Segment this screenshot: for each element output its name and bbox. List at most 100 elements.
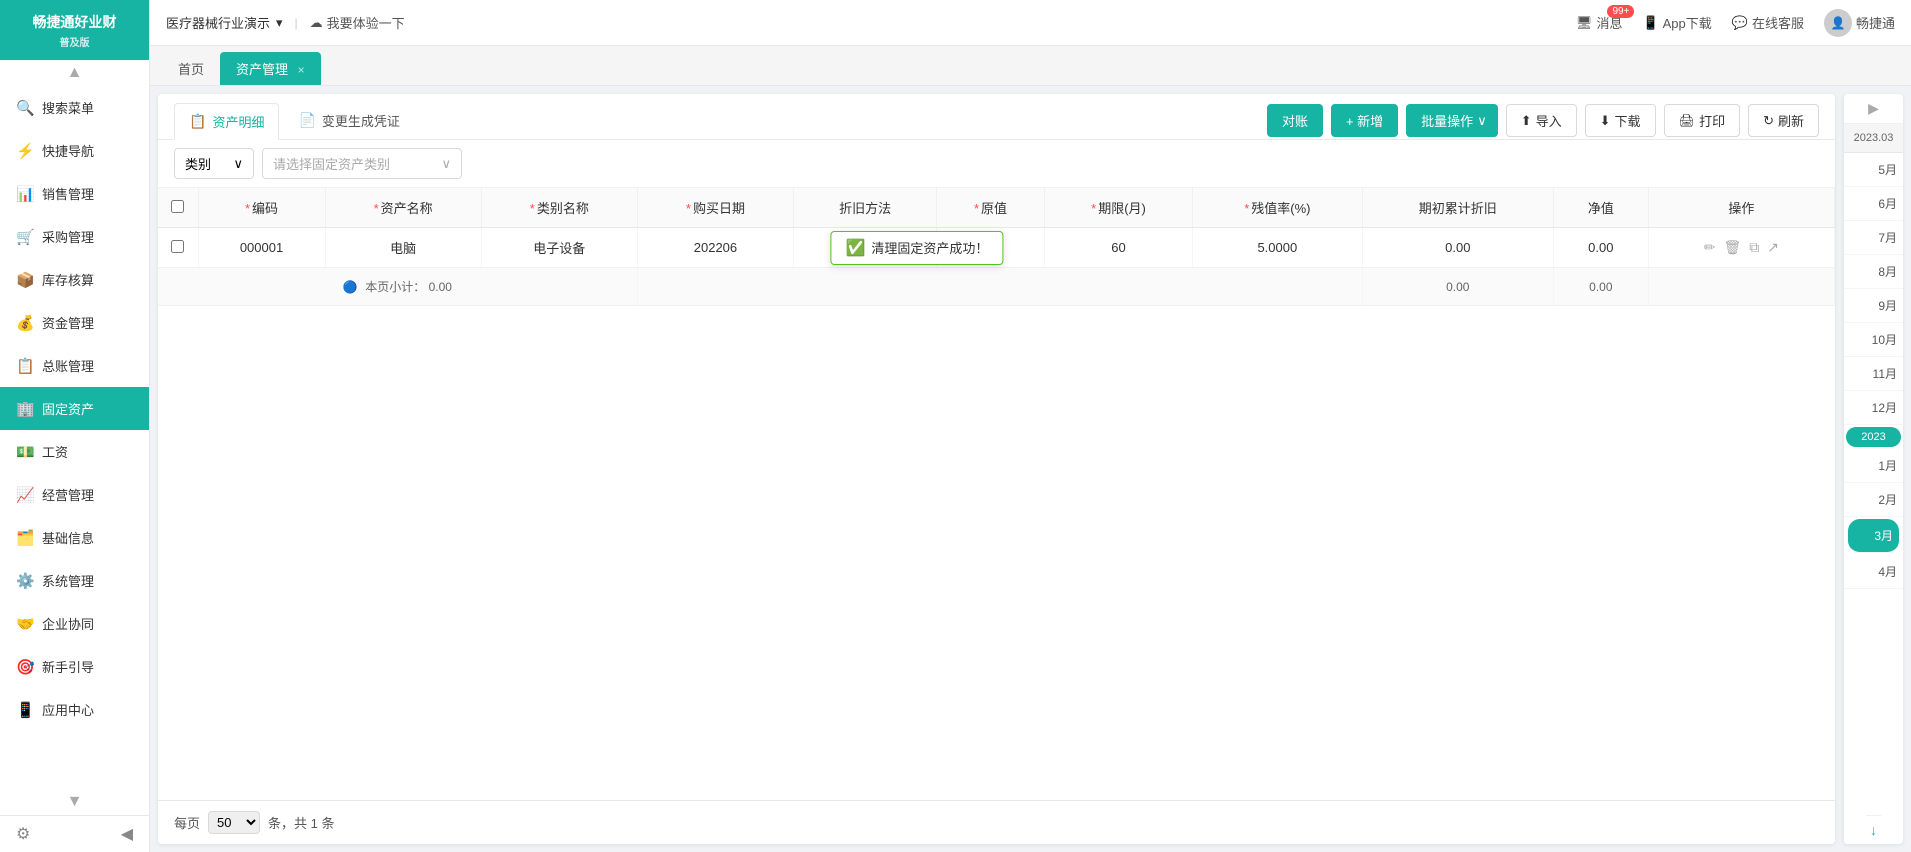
messages-btn[interactable]: 🖥 消息 99+: [1576, 13, 1623, 32]
category-select[interactable]: 类别 ∨: [174, 148, 254, 179]
collapse-icon[interactable]: ◀: [121, 824, 133, 844]
sidebar-label-basic-info: 基础信息: [42, 528, 94, 547]
import-button[interactable]: ⬆ 导入: [1506, 104, 1577, 137]
sidebar-item-fixed-assets[interactable]: 🏢固定资产: [0, 387, 149, 430]
calendar-collapse-btn[interactable]: ▶: [1844, 94, 1903, 124]
purchase-icon: 🛒: [16, 228, 34, 246]
sidebar-label-finance: 资金管理: [42, 313, 94, 332]
tab-close-icon[interactable]: ×: [298, 63, 305, 77]
cal-month-6月[interactable]: 6月: [1844, 187, 1903, 221]
sidebar-item-guide[interactable]: 🎯新手引导: [0, 645, 149, 688]
avatar: 👤: [1824, 9, 1852, 37]
refresh-button[interactable]: ↻ 刷新: [1748, 104, 1819, 137]
cal-month-3月[interactable]: 3月: [1848, 519, 1899, 553]
delete-icon[interactable]: 🗑: [1723, 239, 1741, 256]
sidebar-item-payroll[interactable]: 💵工资: [0, 430, 149, 473]
print-button[interactable]: 🖨 打印: [1664, 104, 1741, 137]
cal-month-1月[interactable]: 1月: [1844, 449, 1903, 483]
sidebar-item-basic-info[interactable]: 🗂️基础信息: [0, 516, 149, 559]
cal-month-8月[interactable]: 8月: [1844, 255, 1903, 289]
app-logo: 畅捷通好业财 普及版: [0, 0, 149, 60]
sidebar-nav: 🔍搜索菜单⚡快捷导航📊销售管理 🛒 采购管理 📦库存核算💰资金管理 📋 总账管理 🏢固定资产…: [0, 86, 149, 789]
th-residual-rate: *残值率(%): [1193, 188, 1363, 228]
cal-month-9月[interactable]: 9月: [1844, 289, 1903, 323]
th-code: *编码: [198, 188, 325, 228]
cell-category: 电子设备: [481, 228, 637, 268]
per-page-select[interactable]: 50 100: [208, 811, 260, 834]
subtotal-value: 0.00: [429, 280, 452, 294]
sidebar-item-inventory[interactable]: 📦库存核算: [0, 258, 149, 301]
sub-tab-asset-detail[interactable]: 📋 资产明细: [174, 103, 279, 140]
sidebar-label-quick-nav: 快捷导航: [42, 141, 94, 160]
sidebar-bottom: ⚙ ◀: [0, 815, 149, 852]
sidebar-item-system[interactable]: ⚙️系统管理: [0, 559, 149, 602]
category-input[interactable]: 请选择固定资产类别 ∨: [262, 148, 462, 179]
new-button[interactable]: + 新增: [1331, 104, 1398, 137]
experience-label: 我要体验一下: [327, 13, 405, 32]
settings-icon[interactable]: ⚙: [16, 824, 30, 844]
sidebar-item-operations[interactable]: 📈经营管理: [0, 473, 149, 516]
reconcile-button[interactable]: 对账: [1267, 104, 1323, 137]
row-checkbox[interactable]: [171, 240, 184, 253]
asset-table: *编码 *资产名称 *类别名称 *购买日期 折旧方法 *原值 *期限(月) *残…: [158, 188, 1835, 306]
cal-month-5月[interactable]: 5月: [1844, 153, 1903, 187]
sidebar-label-ledger: 总账管理: [42, 356, 94, 375]
calendar-bottom-btn[interactable]: ↓: [1866, 815, 1881, 844]
edit-icon[interactable]: ✏: [1704, 239, 1716, 256]
sidebar-label-search: 搜索菜单: [42, 98, 94, 117]
category-placeholder: 请选择固定资产类别: [273, 154, 390, 173]
th-period: *期限(月): [1044, 188, 1192, 228]
sales-icon: 📊: [16, 185, 34, 203]
main-area: 医疗器械行业演示 ▾ | ☁ 我要体验一下 🖥 消息 99+ 📱 App下载 💬…: [150, 0, 1911, 852]
user-menu[interactable]: 👤 畅捷通: [1824, 9, 1895, 37]
sidebar-label-purchase: 采购管理: [42, 227, 94, 246]
cal-month-11月[interactable]: 11月: [1844, 357, 1903, 391]
inventory-icon: 📦: [16, 271, 34, 289]
sidebar-item-search[interactable]: 🔍搜索菜单: [0, 86, 149, 129]
payroll-icon: 💵: [16, 443, 34, 461]
sub-tab-change-voucher[interactable]: 📄 变更生成凭证: [283, 102, 414, 139]
sidebar-item-finance[interactable]: 💰资金管理: [0, 301, 149, 344]
download-icon: 📱: [1642, 15, 1658, 31]
app-download-btn[interactable]: 📱 App下载: [1642, 13, 1711, 32]
sidebar-scroll-down[interactable]: ▼: [0, 789, 149, 815]
cal-month-12月[interactable]: 12月: [1844, 391, 1903, 425]
tab-asset-management[interactable]: 资产管理 ×: [220, 52, 321, 85]
copy-icon[interactable]: ⧉: [1749, 239, 1759, 256]
batch-ops-button[interactable]: 批量操作 ∨: [1406, 104, 1498, 137]
category-label: 类别: [185, 154, 211, 173]
cal-month-7月[interactable]: 7月: [1844, 221, 1903, 255]
sidebar-item-quick-nav[interactable]: ⚡快捷导航: [0, 129, 149, 172]
sidebar-scroll-up[interactable]: ▲: [0, 60, 149, 86]
message-icon: 🖥: [1576, 15, 1593, 31]
experience-btn[interactable]: ☁ 我要体验一下: [310, 13, 405, 32]
online-support-btn[interactable]: 💬 在线客服: [1732, 13, 1804, 32]
cell-code: 000001: [198, 228, 325, 268]
more-icon[interactable]: ↗: [1767, 239, 1779, 256]
enterprise-icon: 🤝: [16, 615, 34, 633]
select-chevron: ∨: [233, 156, 243, 172]
messages-badge: 99+: [1607, 5, 1634, 18]
sidebar-item-sales[interactable]: 📊销售管理: [0, 172, 149, 215]
sidebar-label-fixed-assets: 固定资产: [42, 399, 94, 418]
download-button[interactable]: ⬇ 下载: [1585, 104, 1656, 137]
calendar-scroll: 5月6月7月8月9月10月11月12月20231月2月3月4月: [1844, 153, 1903, 815]
support-icon: 💬: [1732, 15, 1748, 31]
tab-home[interactable]: 首页: [166, 52, 216, 85]
main-panel: 📋 资产明细 📄 变更生成凭证 对账 + 新增 批量操作: [158, 94, 1835, 844]
cal-month-2月[interactable]: 2月: [1844, 483, 1903, 517]
sidebar-item-app-center[interactable]: 📱应用中心: [0, 688, 149, 731]
ledger-icon: 📋: [16, 357, 34, 375]
sidebar-item-ledger[interactable]: 📋 总账管理: [0, 344, 149, 387]
sidebar-item-purchase[interactable]: 🛒 采购管理: [0, 215, 149, 258]
th-net-value: 净值: [1553, 188, 1648, 228]
company-selector[interactable]: 医疗器械行业演示 ▾: [166, 13, 283, 32]
sidebar-item-enterprise[interactable]: 🤝企业协同: [0, 602, 149, 645]
cell-actions: ✏ 🗑 ⧉ ↗: [1648, 228, 1834, 268]
cal-month-4月[interactable]: 4月: [1844, 555, 1903, 589]
logo-sub: 普及版: [60, 34, 90, 49]
cal-month-10月[interactable]: 10月: [1844, 323, 1903, 357]
subtotal-row: 🔵 本页小计： 0.00 0.00 0.00: [158, 268, 1835, 306]
select-all-checkbox[interactable]: [171, 200, 184, 213]
print-icon: 🖨: [1679, 113, 1696, 129]
